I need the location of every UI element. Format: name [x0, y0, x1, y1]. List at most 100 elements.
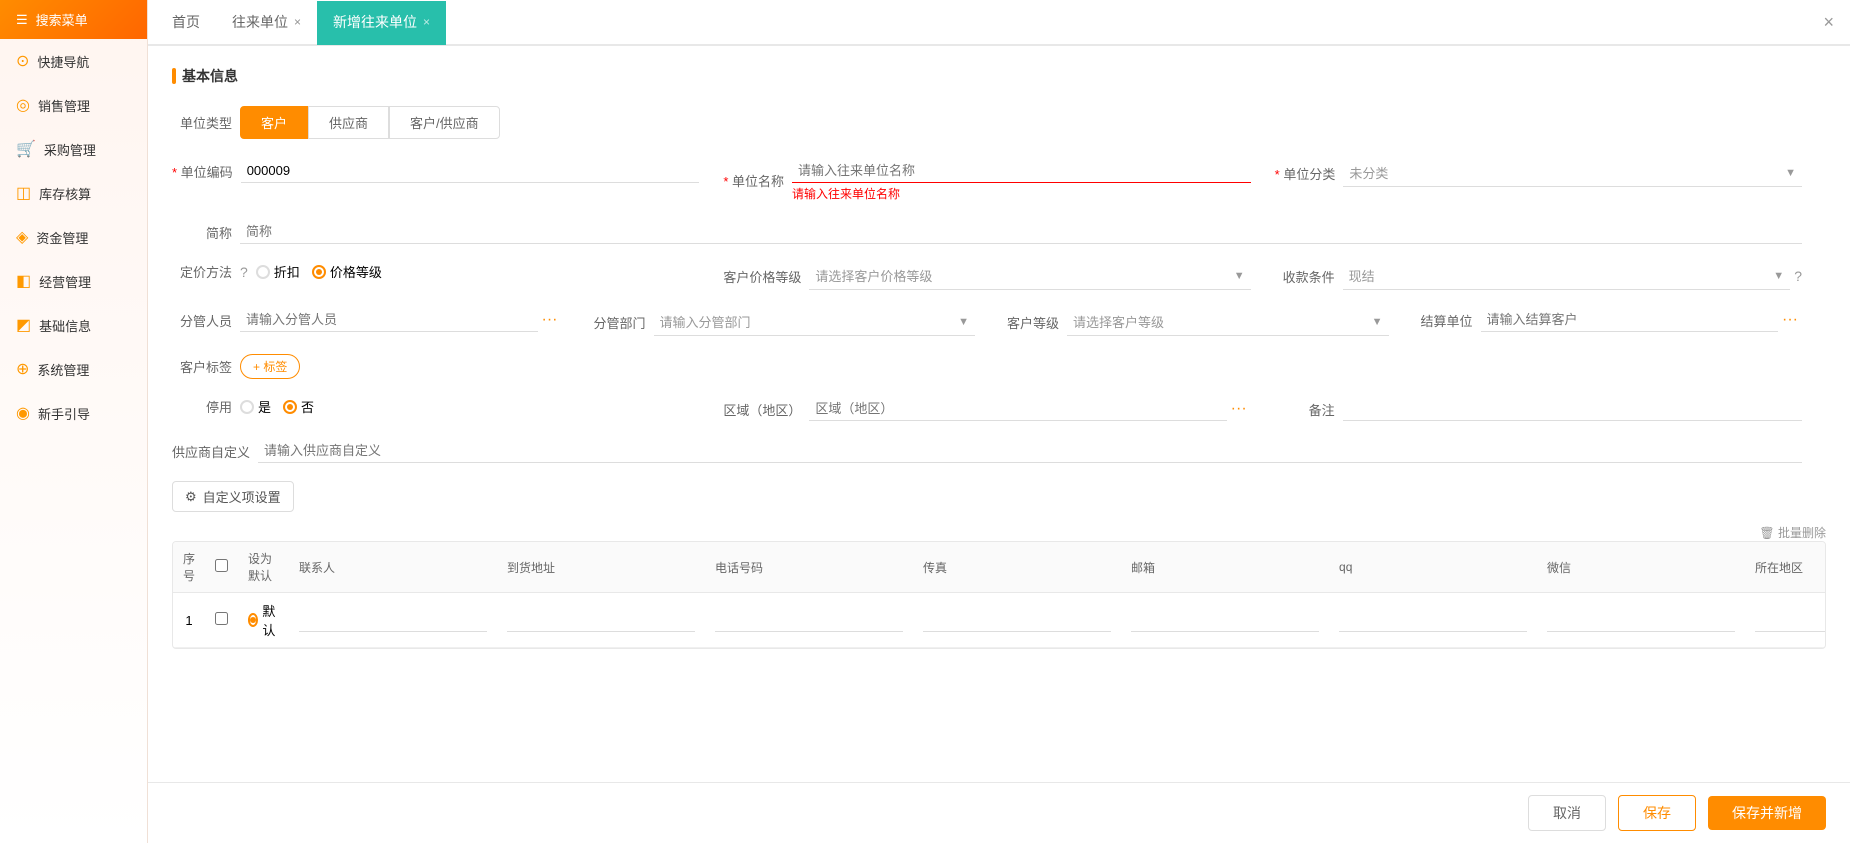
custom-settings-btn[interactable]: ⚙ 自定义项设置: [172, 481, 294, 512]
customer-level-select[interactable]: 请选择客户等级 ▼: [1067, 308, 1389, 336]
row-qq[interactable]: [1329, 593, 1537, 648]
row-region[interactable]: [1745, 593, 1826, 648]
pricing-discount-label: 折扣: [274, 262, 300, 281]
settlement-unit-field: 结算单位 ···: [1413, 308, 1803, 332]
row-fax-input[interactable]: [923, 608, 1111, 632]
search-icon: ☰: [16, 12, 28, 28]
row-default-circle: [248, 613, 258, 627]
settlement-unit-more-btn[interactable]: ···: [1778, 311, 1802, 329]
sidebar-item-guide[interactable]: ◉ 新手引导: [0, 391, 147, 435]
remark-input[interactable]: [1343, 397, 1802, 421]
supplier-custom-input[interactable]: [258, 439, 1802, 463]
sidebar-search-label: 搜索菜单: [36, 10, 88, 29]
unit-code-input[interactable]: [241, 159, 700, 183]
cancel-button[interactable]: 取消: [1528, 795, 1606, 831]
row-region-input[interactable]: [1755, 608, 1826, 632]
tab-bar-close-all[interactable]: ×: [1815, 12, 1842, 33]
row-address[interactable]: [497, 593, 705, 648]
th-checkbox: [205, 542, 238, 593]
tab-new-partner-label: 新增往来单位: [333, 12, 417, 32]
finance-icon: ◈: [16, 227, 28, 247]
row-phone[interactable]: [705, 593, 913, 648]
pricing-radio-level[interactable]: 价格等级: [312, 262, 382, 281]
row-qq-input[interactable]: [1339, 608, 1527, 632]
tab-new-partner[interactable]: 新增往来单位 ×: [317, 1, 446, 45]
customer-level-placeholder: 请选择客户等级: [1073, 312, 1164, 331]
batch-delete-label: 批量删除: [1778, 526, 1826, 540]
unit-category-field: 单位分类 未分类 ▼: [1275, 159, 1802, 187]
sidebar-item-system[interactable]: ⊕ 系统管理: [0, 347, 147, 391]
sidebar-item-purchase[interactable]: 🛒 采购管理: [0, 127, 147, 171]
select-all-checkbox[interactable]: [215, 559, 228, 572]
row-fax[interactable]: [913, 593, 1121, 648]
region-field: 区域（地区） ···: [723, 397, 1250, 421]
alias-input[interactable]: [240, 220, 1802, 244]
manager-more-btn[interactable]: ···: [538, 311, 562, 329]
row-address-input[interactable]: [507, 608, 695, 632]
row-email-input[interactable]: [1131, 608, 1319, 632]
disabled-field: 停用 是 否: [172, 397, 699, 416]
sidebar-item-quick-nav[interactable]: ⊙ 快捷导航: [0, 39, 147, 83]
row-email[interactable]: [1121, 593, 1329, 648]
sidebar-item-inventory[interactable]: ◫ 库存核算: [0, 171, 147, 215]
footer-bar: 取消 保存 保存并新增: [148, 782, 1850, 843]
alias-label: 简称: [172, 223, 232, 242]
save-add-button[interactable]: 保存并新增: [1708, 796, 1826, 830]
row-checkbox[interactable]: [215, 612, 228, 625]
th-fax: 传真: [913, 542, 1121, 593]
dept-select[interactable]: 请输入分管部门 ▼: [654, 308, 976, 336]
sidebar-item-finance[interactable]: ◈ 资金管理: [0, 215, 147, 259]
customer-level-field: 客户等级 请选择客户等级 ▼: [999, 308, 1389, 336]
unit-name-input[interactable]: [792, 159, 1251, 183]
sidebar-item-basic[interactable]: ◩ 基础信息: [0, 303, 147, 347]
tab-partners-close[interactable]: ×: [294, 15, 301, 29]
pricing-radio-discount[interactable]: 折扣: [256, 262, 300, 281]
row-contact-input[interactable]: [299, 608, 487, 632]
row-wechat[interactable]: [1537, 593, 1745, 648]
pricing-radio-level-circle: [312, 265, 326, 279]
manager-input[interactable]: [240, 308, 538, 332]
tab-home[interactable]: 首页: [156, 1, 216, 45]
unit-type-label: 单位类型: [172, 113, 232, 132]
tab-partners[interactable]: 往来单位 ×: [216, 1, 317, 45]
disabled-yes-radio[interactable]: 是: [240, 397, 271, 416]
sidebar-search[interactable]: ☰ 搜索菜单: [0, 0, 147, 39]
customer-price-level-select[interactable]: 请选择客户价格等级 ▼: [809, 262, 1250, 290]
payment-terms-arrow: ▼: [1773, 270, 1784, 282]
customer-level-arrow: ▼: [1372, 316, 1383, 328]
region-input[interactable]: [809, 397, 1226, 421]
type-btn-both[interactable]: 客户/供应商: [389, 106, 500, 139]
disabled-no-radio[interactable]: 否: [283, 397, 314, 416]
region-more-btn[interactable]: ···: [1227, 400, 1251, 418]
sidebar-item-label: 快捷导航: [37, 52, 89, 71]
type-btn-supplier[interactable]: 供应商: [308, 106, 389, 139]
contact-table-container: 序号 设为默认 联系人 到货地址 电话号码 传真 邮箱 qq 微信 所在地区 操…: [172, 541, 1826, 649]
section-title-bar: [172, 68, 176, 84]
tag-add-btn[interactable]: + 标签: [240, 354, 300, 379]
batch-delete-btn[interactable]: 🗑 批量删除: [1759, 526, 1826, 540]
tab-home-label: 首页: [172, 12, 200, 32]
table-row: 1 默认: [173, 593, 1826, 648]
customer-price-level-placeholder: 请选择客户价格等级: [815, 266, 932, 285]
dept-arrow: ▼: [958, 316, 969, 328]
payment-terms-help-icon[interactable]: ?: [1794, 268, 1802, 284]
save-button[interactable]: 保存: [1618, 795, 1696, 831]
row-contact[interactable]: [289, 593, 497, 648]
disabled-yes-circle: [240, 400, 254, 414]
row-phone-input[interactable]: [715, 608, 903, 632]
basic-icon: ◩: [16, 315, 31, 335]
settlement-unit-input[interactable]: [1481, 308, 1779, 332]
form-row-pricing: 定价方法 ? 折扣 价格等级 客户价格等级 请选择客户价格等级: [172, 262, 1826, 290]
pricing-help-icon[interactable]: ?: [240, 264, 248, 280]
sidebar-item-sales[interactable]: ◎ 销售管理: [0, 83, 147, 127]
unit-category-value: 未分类: [1349, 163, 1388, 182]
row-default-radio[interactable]: 默认: [248, 601, 279, 639]
unit-category-select[interactable]: 未分类 ▼: [1343, 159, 1802, 187]
supplier-custom-field: 供应商自定义: [172, 439, 1802, 463]
sidebar-item-operation[interactable]: ◧ 经营管理: [0, 259, 147, 303]
tab-new-partner-close[interactable]: ×: [423, 15, 430, 29]
row-wechat-input[interactable]: [1547, 608, 1735, 632]
type-btn-customer[interactable]: 客户: [240, 106, 308, 139]
payment-terms-select[interactable]: 现结 ▼: [1343, 262, 1791, 290]
disabled-label: 停用: [172, 397, 232, 416]
